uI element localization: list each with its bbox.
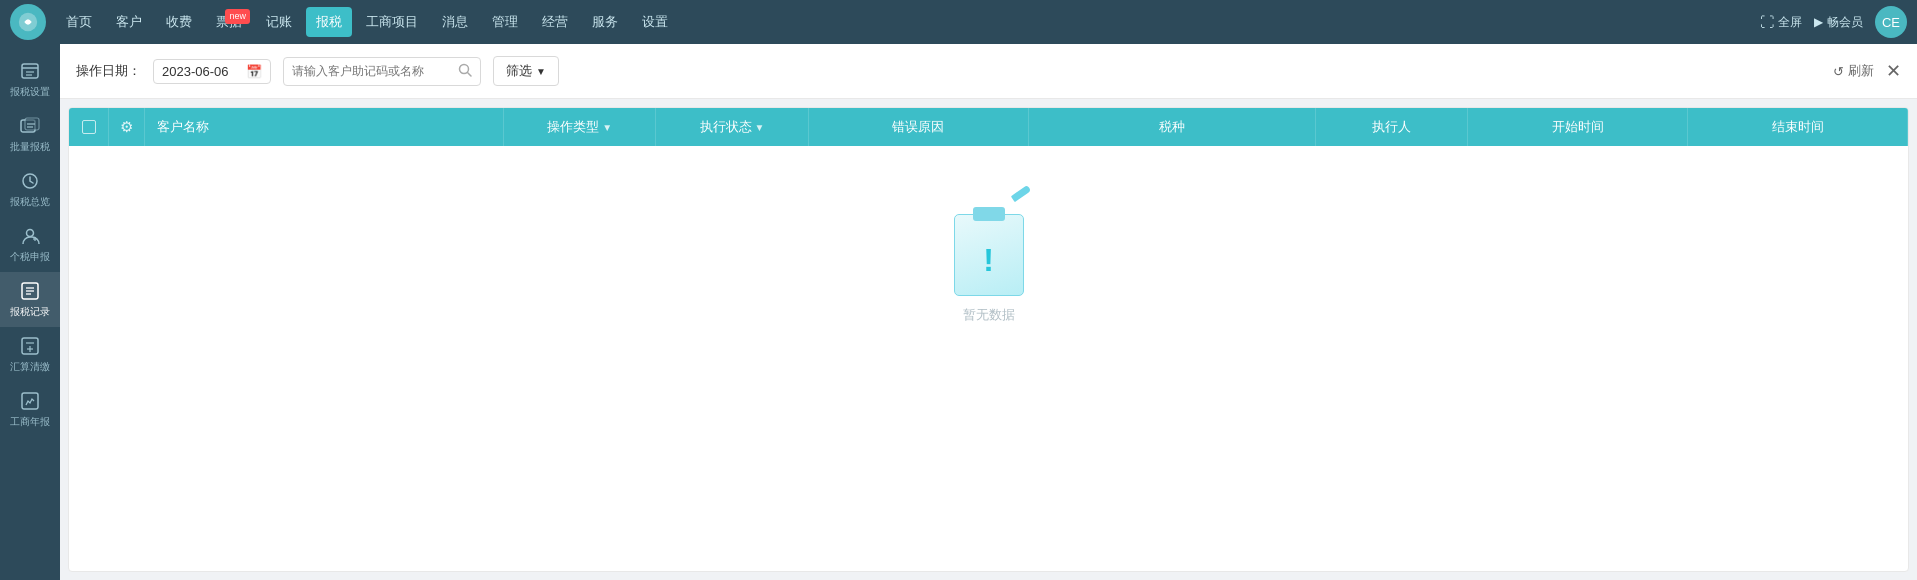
th-status[interactable]: 执行状态 ▼	[656, 108, 808, 146]
sidebar-item-tax-settings[interactable]: 报税设置	[0, 52, 60, 107]
tax-summary-icon	[19, 170, 41, 192]
chevron-down-icon: ▼	[536, 66, 546, 77]
empty-illustration: !	[939, 186, 1039, 296]
search-input[interactable]	[284, 59, 450, 83]
svg-rect-21	[22, 393, 38, 409]
annual-report-icon	[19, 390, 41, 412]
th-executor: 执行人	[1316, 108, 1468, 146]
search-wrap	[283, 57, 481, 86]
search-button[interactable]	[450, 58, 480, 85]
th-end-time: 结束时间	[1688, 108, 1908, 146]
nav-item-manage[interactable]: 管理	[482, 7, 528, 37]
new-badge: new	[225, 9, 250, 24]
nav-item-tax[interactable]: 报税	[306, 7, 352, 37]
nav-item-settings[interactable]: 设置	[632, 7, 678, 37]
logo[interactable]	[10, 4, 46, 40]
top-nav-items: 首页 客户 收费 票据 new 记账 报税 工商项目 消息 管理 经营 服务 设…	[56, 7, 1760, 37]
empty-text: 暂无数据	[963, 306, 1015, 324]
th-name: 客户名称	[145, 108, 504, 146]
member-button[interactable]: ▶ 畅会员	[1814, 14, 1863, 31]
sidebar-item-annual-report[interactable]: 工商年报	[0, 382, 60, 437]
clipboard-clip	[973, 207, 1005, 221]
exclamation-mark: !	[955, 215, 1023, 295]
toolbar-right: ↺ 刷新 ✕	[1833, 62, 1901, 80]
table-wrap: ⚙ 客户名称 操作类型 ▼ 执行状态 ▼ 错误原因 税种	[68, 107, 1909, 572]
date-input[interactable]	[162, 64, 242, 79]
personal-tax-icon	[19, 225, 41, 247]
fullscreen-button[interactable]: ⛶ 全屏	[1760, 14, 1802, 31]
sort-icon-status: ▼	[755, 122, 765, 133]
date-label: 操作日期：	[76, 62, 141, 80]
refresh-button[interactable]: ↺ 刷新	[1833, 62, 1874, 80]
sidebar-item-batch-tax[interactable]: 批量报税	[0, 107, 60, 162]
sidebar-item-personal-tax[interactable]: 个税申报	[0, 217, 60, 272]
top-nav: 首页 客户 收费 票据 new 记账 报税 工商项目 消息 管理 经营 服务 设…	[0, 0, 1917, 44]
avatar[interactable]: CE	[1875, 6, 1907, 38]
fullscreen-icon: ⛶	[1760, 14, 1774, 30]
toolbar: 操作日期： 📅 筛选 ▼ ↺	[60, 44, 1917, 99]
nav-item-message[interactable]: 消息	[432, 7, 478, 37]
empty-state: ! 暂无数据	[69, 146, 1908, 384]
content-area: 操作日期： 📅 筛选 ▼ ↺	[60, 44, 1917, 580]
top-nav-right: ⛶ 全屏 ▶ 畅会员 CE	[1760, 6, 1907, 38]
tax-settings-icon	[19, 60, 41, 82]
svg-point-10	[27, 230, 34, 237]
main-layout: 报税设置 批量报税 报税总览	[0, 44, 1917, 580]
svg-line-23	[468, 72, 472, 76]
sidebar-item-calc-pay[interactable]: 汇算清缴	[0, 327, 60, 382]
table-header: ⚙ 客户名称 操作类型 ▼ 执行状态 ▼ 错误原因 税种	[69, 108, 1908, 146]
sort-icon-type: ▼	[602, 122, 612, 133]
th-type[interactable]: 操作类型 ▼	[504, 108, 656, 146]
sidebar: 报税设置 批量报税 报税总览	[0, 44, 60, 580]
play-icon: ▶	[1814, 15, 1823, 29]
calc-pay-icon	[19, 335, 41, 357]
nav-item-billing[interactable]: 收费	[156, 7, 202, 37]
batch-tax-icon	[19, 115, 41, 137]
refresh-icon: ↺	[1833, 64, 1844, 79]
th-settings[interactable]: ⚙	[109, 108, 145, 146]
filter-button[interactable]: 筛选 ▼	[493, 56, 559, 86]
calendar-icon: 📅	[246, 64, 262, 79]
sidebar-item-tax-record[interactable]: 报税记录	[0, 272, 60, 327]
nav-item-service[interactable]: 服务	[582, 7, 628, 37]
header-checkbox[interactable]	[82, 120, 96, 134]
th-taxtype: 税种	[1029, 108, 1317, 146]
nav-item-customer[interactable]: 客户	[106, 7, 152, 37]
th-start-time: 开始时间	[1468, 108, 1688, 146]
date-picker[interactable]: 📅	[153, 59, 271, 84]
th-checkbox[interactable]	[69, 108, 109, 146]
clipboard-body: !	[954, 214, 1024, 296]
th-error: 错误原因	[809, 108, 1029, 146]
nav-item-invoice[interactable]: 票据 new	[206, 7, 252, 37]
nav-item-bookkeeping[interactable]: 记账	[256, 7, 302, 37]
settings-icon[interactable]: ⚙	[120, 118, 133, 136]
tax-record-icon	[19, 280, 41, 302]
sidebar-item-tax-summary[interactable]: 报税总览	[0, 162, 60, 217]
svg-rect-1	[22, 64, 38, 78]
close-button[interactable]: ✕	[1886, 62, 1901, 80]
pencil-icon	[1010, 185, 1030, 202]
nav-item-operation[interactable]: 经营	[532, 7, 578, 37]
nav-item-home[interactable]: 首页	[56, 7, 102, 37]
nav-item-bizproject[interactable]: 工商项目	[356, 7, 428, 37]
